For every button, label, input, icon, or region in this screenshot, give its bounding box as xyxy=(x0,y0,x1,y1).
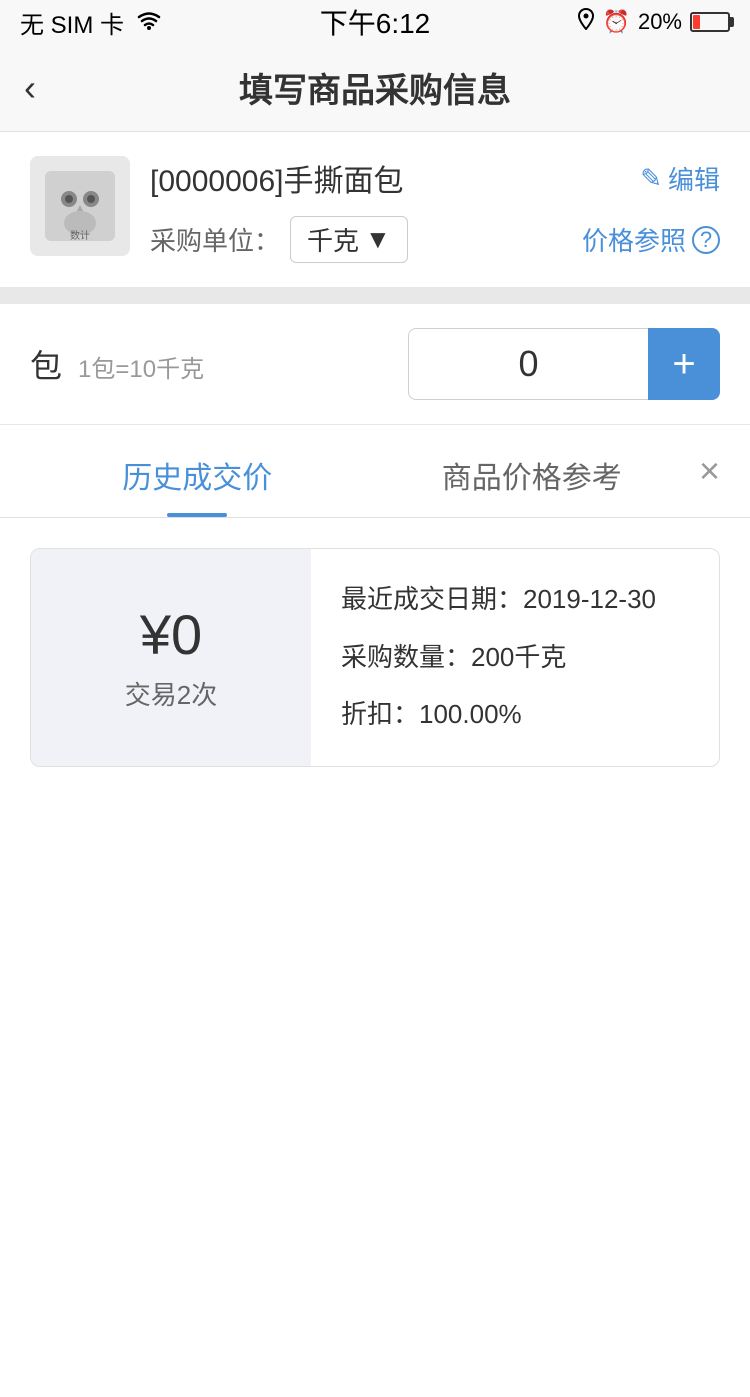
history-price-section: ¥0 交易2次 xyxy=(31,549,311,766)
tab-history-label: 历史成交价 xyxy=(122,462,272,495)
quantity-input[interactable] xyxy=(408,328,648,400)
section-divider xyxy=(0,288,750,304)
quantity-row: 包 1包=10千克 + xyxy=(0,304,750,425)
unit-selector-wrap: 采购单位： 千克 ▼ xyxy=(150,216,408,263)
wifi-icon xyxy=(134,8,164,37)
product-logo: 数计 xyxy=(45,171,115,241)
history-content: ¥0 交易2次 最近成交日期：2019-12-30 采购数量：200千克 折扣：… xyxy=(0,518,750,797)
tab-history-price[interactable]: 历史成交价 xyxy=(30,425,364,517)
unit-label: 采购单位： xyxy=(150,221,280,258)
back-button[interactable]: ‹ xyxy=(24,67,36,109)
alarm-icon: ⏰ xyxy=(603,9,630,35)
svg-text:数计: 数计 xyxy=(70,229,90,241)
history-date-row: 最近成交日期：2019-12-30 xyxy=(341,579,689,621)
status-left: 无 SIM 卡 xyxy=(20,5,164,40)
product-card: 数计 [0000006]手撕面包 ✎ 编辑 采购单位： 千克 ▼ xyxy=(0,132,750,288)
carrier-text: 无 SIM 卡 xyxy=(20,5,124,40)
product-top: 数计 [0000006]手撕面包 ✎ 编辑 采购单位： 千克 ▼ xyxy=(30,156,720,263)
edit-icon: ✎ xyxy=(640,163,662,194)
history-price-value: ¥0 xyxy=(140,602,202,667)
price-ref-help-icon: ? xyxy=(692,226,720,254)
product-header: [0000006]手撕面包 ✎ 编辑 xyxy=(150,156,720,200)
discount-label: 折扣： xyxy=(341,699,419,729)
quantity-unit-label: 包 xyxy=(30,341,62,387)
purchase-quantity-label: 采购数量： xyxy=(341,642,471,672)
quantity-input-wrap: + xyxy=(408,328,720,400)
product-name: [0000006]手撕面包 xyxy=(150,156,403,200)
recent-date-value: 2019-12-30 xyxy=(523,584,656,614)
discount-value: 100.00% xyxy=(419,699,522,729)
history-trades-count: 交易2次 xyxy=(125,675,217,712)
tab-price-reference[interactable]: 商品价格参考 xyxy=(364,425,698,517)
history-details-section: 最近成交日期：2019-12-30 采购数量：200千克 折扣：100.00% xyxy=(311,549,719,766)
nav-bar: ‹ 填写商品采购信息 xyxy=(0,44,750,132)
dropdown-arrow-icon: ▼ xyxy=(365,224,391,255)
battery-icon xyxy=(690,12,730,32)
quantity-label-wrap: 包 1包=10千克 xyxy=(30,341,204,387)
quantity-plus-button[interactable]: + xyxy=(648,328,720,400)
tab-reference-label: 商品价格参考 xyxy=(442,462,622,495)
history-quantity-row: 采购数量：200千克 xyxy=(341,637,689,679)
product-unit-row: 采购单位： 千克 ▼ 价格参照 ? xyxy=(150,216,720,263)
edit-label: 编辑 xyxy=(668,160,720,197)
unit-dropdown[interactable]: 千克 ▼ xyxy=(290,216,408,263)
status-bar: 无 SIM 卡 下午6:12 ⏰ 20% xyxy=(0,0,750,44)
unit-value: 千克 xyxy=(307,221,359,258)
location-icon xyxy=(577,8,595,36)
price-ref-button[interactable]: 价格参照 ? xyxy=(582,221,720,258)
product-info: [0000006]手撕面包 ✎ 编辑 采购单位： 千克 ▼ 价格参照 ? xyxy=(150,156,720,263)
tabs-header: 历史成交价 商品价格参考 × xyxy=(0,425,750,518)
status-time: 下午6:12 xyxy=(320,2,431,42)
price-ref-label: 价格参照 xyxy=(582,221,686,258)
battery-percent: 20% xyxy=(638,9,682,35)
tab-close-button[interactable]: × xyxy=(699,430,720,512)
recent-date-label: 最近成交日期： xyxy=(341,584,523,614)
product-image: 数计 xyxy=(30,156,130,256)
empty-content-area xyxy=(0,797,750,1397)
history-discount-row: 折扣：100.00% xyxy=(341,694,689,736)
status-right: ⏰ 20% xyxy=(577,8,730,36)
page-title: 填写商品采购信息 xyxy=(239,63,511,112)
quantity-conversion: 1包=10千克 xyxy=(78,349,204,384)
history-card: ¥0 交易2次 最近成交日期：2019-12-30 采购数量：200千克 折扣：… xyxy=(30,548,720,767)
tabs-panel: 历史成交价 商品价格参考 × ¥0 交易2次 最近成交日期：2019-12-30… xyxy=(0,425,750,797)
purchase-quantity-value: 200千克 xyxy=(471,642,566,672)
edit-button[interactable]: ✎ 编辑 xyxy=(640,160,720,197)
